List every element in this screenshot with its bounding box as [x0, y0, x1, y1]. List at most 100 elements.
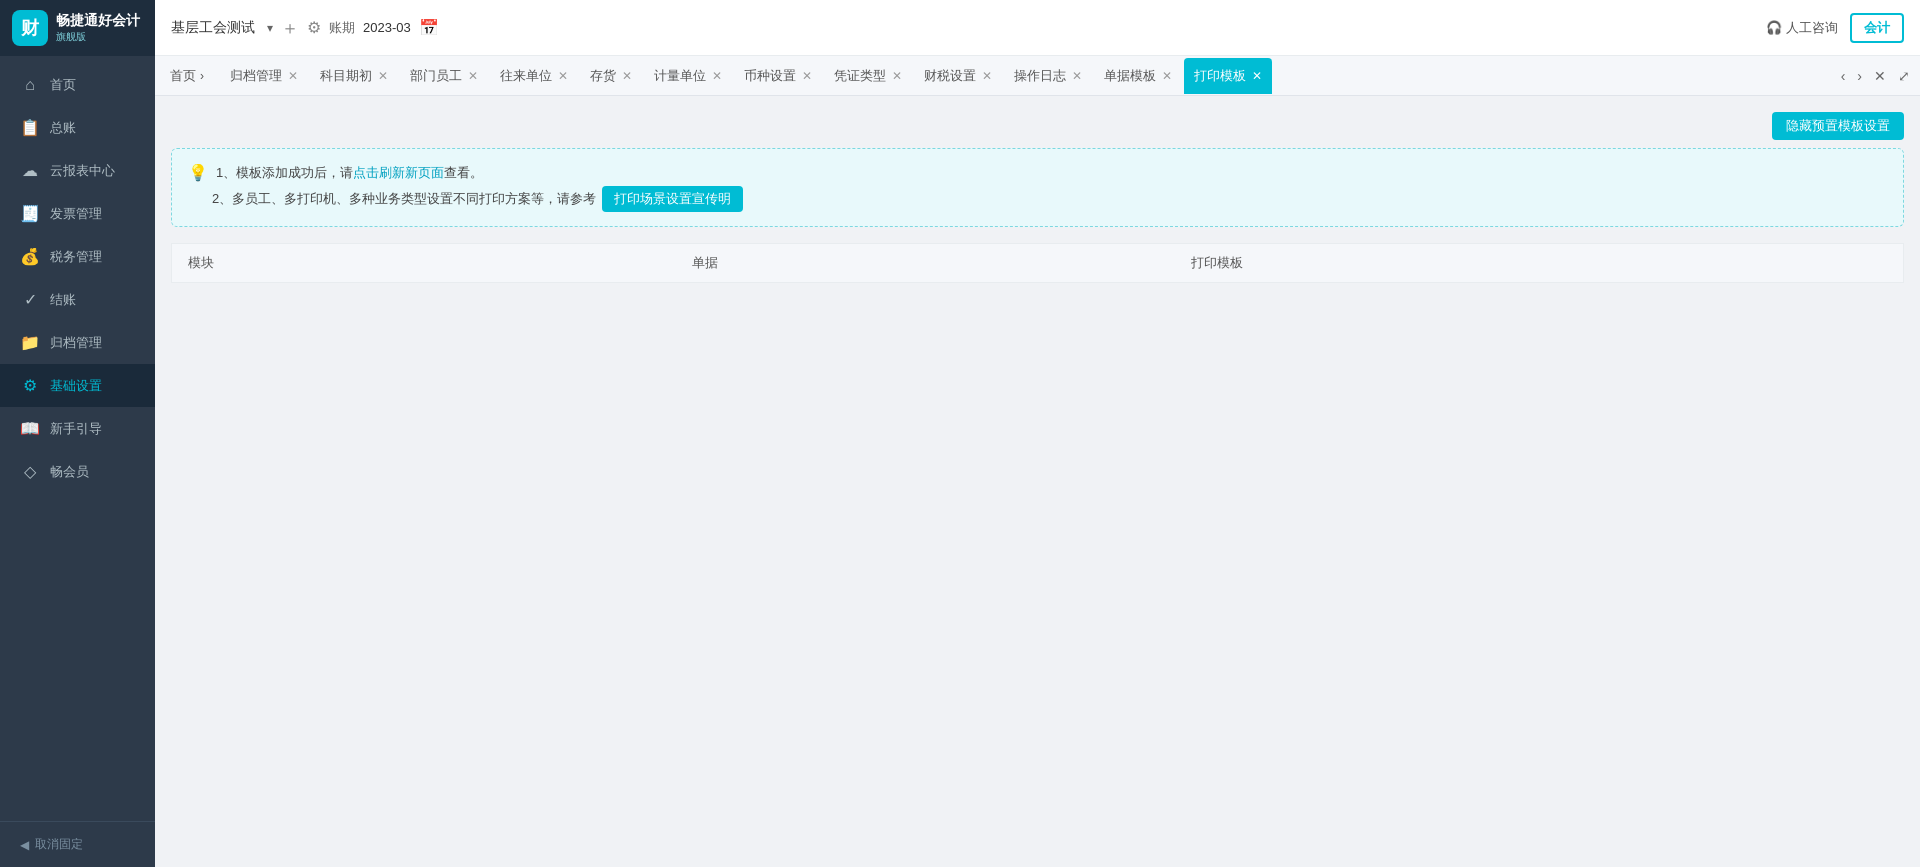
- tab-oplog[interactable]: 操作日志 ✕: [1004, 58, 1092, 94]
- main-content: 基层工会测试 ▾ ＋ ⚙ 账期 2023-03 📅 🎧 人工咨询 会计 首页›归…: [155, 0, 1920, 867]
- calendar-icon[interactable]: 📅: [419, 18, 439, 37]
- tab-label-dept: 部门员工: [410, 67, 462, 85]
- tab-label-unit: 计量单位: [654, 67, 706, 85]
- unpin-label: 取消固定: [35, 836, 83, 853]
- tab-close-unit[interactable]: ✕: [712, 69, 722, 83]
- tab-close-supplier[interactable]: ✕: [558, 69, 568, 83]
- hide-preview-area: 隐藏预置模板设置: [171, 112, 1904, 140]
- nav-label-guide: 新手引导: [50, 420, 102, 438]
- sidebar-item-ledger[interactable]: 📋 总账: [0, 106, 155, 149]
- tab-next-button[interactable]: ›: [1851, 68, 1868, 84]
- info-line1-suffix: 查看。: [444, 164, 483, 182]
- tab-supplier[interactable]: 往来单位 ✕: [490, 58, 578, 94]
- tab-label-currency: 币种设置: [744, 67, 796, 85]
- tab-close-dept[interactable]: ✕: [468, 69, 478, 83]
- sidebar-item-settings[interactable]: ⚙ 基础设置: [0, 364, 155, 407]
- nav-icon-reports: ☁: [20, 161, 40, 180]
- kuaiji-button[interactable]: 会计: [1850, 13, 1904, 43]
- logo-icon: 财: [12, 10, 48, 46]
- tab-close-finance[interactable]: ✕: [982, 69, 992, 83]
- add-org-button[interactable]: ＋: [281, 16, 299, 40]
- topbar-left: 基层工会测试 ▾ ＋ ⚙ 账期 2023-03 📅: [171, 16, 439, 40]
- info-line2-prefix: 2、多员工、多打印机、多种业务类型设置不同打印方案等，请参考: [212, 190, 596, 208]
- sidebar-item-checkout[interactable]: ✓ 结账: [0, 278, 155, 321]
- tab-subject[interactable]: 科目期初 ✕: [310, 58, 398, 94]
- topbar-right: 🎧 人工咨询 会计: [1766, 13, 1904, 43]
- tab-currency[interactable]: 币种设置 ✕: [734, 58, 822, 94]
- sidebar: 财 畅捷通好会计 旗舰版 ⌂ 首页 📋 总账 ☁ 云报表中心 🧾 发票管理 💰 …: [0, 0, 155, 867]
- tab-label-inventory: 存货: [590, 67, 616, 85]
- nav-icon-checkout: ✓: [20, 290, 40, 309]
- tab-close-all-button[interactable]: ✕: [1868, 68, 1892, 84]
- tab-close-print[interactable]: ✕: [1252, 69, 1262, 83]
- sidebar-item-invoice[interactable]: 🧾 发票管理: [0, 192, 155, 235]
- period-label: 账期: [329, 19, 355, 37]
- tab-finance[interactable]: 财税设置✕: [914, 58, 1002, 94]
- sidebar-item-member[interactable]: ◇ 畅会员: [0, 450, 155, 493]
- sidebar-unpin[interactable]: ◀ 取消固定: [0, 821, 155, 867]
- nav-icon-guide: 📖: [20, 419, 40, 438]
- sidebar-item-home[interactable]: ⌂ 首页: [0, 64, 155, 106]
- nav-icon-invoice: 🧾: [20, 204, 40, 223]
- nav-label-invoice: 发票管理: [50, 205, 102, 223]
- support-button[interactable]: 🎧 人工咨询: [1766, 19, 1838, 37]
- tab-label-subject: 科目期初: [320, 67, 372, 85]
- tab-label-supplier: 往来单位: [500, 67, 552, 85]
- sidebar-logo: 财 畅捷通好会计 旗舰版: [0, 0, 155, 56]
- support-label: 人工咨询: [1786, 19, 1838, 37]
- tab-label-voucher: 凭证类型: [834, 67, 886, 85]
- col-print-template: 打印模板: [1175, 244, 1903, 283]
- tab-close-inventory[interactable]: ✕: [622, 69, 632, 83]
- tab-unit[interactable]: 计量单位 ✕: [644, 58, 732, 94]
- nav-label-member: 畅会员: [50, 463, 89, 481]
- tab-label-receipt: 单据模板: [1104, 67, 1156, 85]
- nav-icon-settings: ⚙: [20, 376, 40, 395]
- table-header: 模块 单据 打印模板: [172, 244, 1904, 283]
- col-receipt: 单据: [676, 244, 1176, 283]
- logo-subtitle: 旗舰版: [56, 30, 140, 44]
- sidebar-nav: ⌂ 首页 📋 总账 ☁ 云报表中心 🧾 发票管理 💰 税务管理 ✓ 结账 📁 归…: [0, 56, 155, 821]
- nav-icon-archive: 📁: [20, 333, 40, 352]
- tab-expand-button[interactable]: ⤢: [1892, 68, 1916, 84]
- tab-close-voucher[interactable]: ✕: [892, 69, 902, 83]
- logo-title: 畅捷通好会计: [56, 12, 140, 30]
- tab-label-archive: 归档管理: [230, 67, 282, 85]
- tab-chevron-home: ›: [200, 69, 204, 83]
- org-dropdown-icon[interactable]: ▾: [267, 21, 273, 35]
- info-box: 💡 1、模板添加成功后，请 点击刷新新页面 查看。 2、多员工、多打印机、多种业…: [171, 148, 1904, 227]
- nav-label-tax: 税务管理: [50, 248, 102, 266]
- tabbar: 首页›归档管理✕科目期初✕部门员工✕往来单位✕存货✕计量单位✕币种设置✕凭证类型…: [155, 56, 1920, 96]
- col-module: 模块: [172, 244, 676, 283]
- tab-close-subject[interactable]: ✕: [378, 69, 388, 83]
- headset-icon: 🎧: [1766, 20, 1782, 35]
- hide-preview-button[interactable]: 隐藏预置模板设置: [1772, 112, 1904, 140]
- info-row-1: 💡 1、模板添加成功后，请 点击刷新新页面 查看。: [188, 163, 1887, 182]
- print-scene-button[interactable]: 打印场景设置宣传明: [602, 186, 743, 212]
- sidebar-item-archive[interactable]: 📁 归档管理: [0, 321, 155, 364]
- tab-inventory[interactable]: 存货 ✕: [580, 58, 642, 94]
- sidebar-item-reports[interactable]: ☁ 云报表中心: [0, 149, 155, 192]
- period-value: 2023-03: [363, 20, 411, 35]
- tab-prev-button[interactable]: ‹: [1835, 68, 1852, 84]
- tab-dept[interactable]: 部门员工 ✕: [400, 58, 488, 94]
- tab-close-receipt[interactable]: ✕: [1162, 69, 1172, 83]
- tab-label-oplog: 操作日志: [1014, 67, 1066, 85]
- tab-home[interactable]: 首页›: [160, 58, 218, 94]
- tab-close-archive[interactable]: ✕: [288, 69, 298, 83]
- refresh-link[interactable]: 点击刷新新页面: [353, 164, 444, 182]
- info-line1-prefix: 1、模板添加成功后，请: [216, 164, 353, 182]
- nav-label-reports: 云报表中心: [50, 162, 115, 180]
- tab-receipt[interactable]: 单据模板 ✕: [1094, 58, 1182, 94]
- tab-close-currency[interactable]: ✕: [802, 69, 812, 83]
- tab-close-oplog[interactable]: ✕: [1072, 69, 1082, 83]
- kuaiji-label: 会计: [1864, 20, 1890, 35]
- sidebar-item-guide[interactable]: 📖 新手引导: [0, 407, 155, 450]
- tab-archive[interactable]: 归档管理 ✕: [220, 58, 308, 94]
- nav-icon-tax: 💰: [20, 247, 40, 266]
- nav-label-settings: 基础设置: [50, 377, 102, 395]
- tab-print[interactable]: 打印模板✕: [1184, 58, 1272, 94]
- info-row-2: 2、多员工、多打印机、多种业务类型设置不同打印方案等，请参考 打印场景设置宣传明: [188, 186, 1887, 212]
- org-settings-icon[interactable]: ⚙: [307, 18, 321, 37]
- sidebar-item-tax[interactable]: 💰 税务管理: [0, 235, 155, 278]
- tab-voucher[interactable]: 凭证类型 ✕: [824, 58, 912, 94]
